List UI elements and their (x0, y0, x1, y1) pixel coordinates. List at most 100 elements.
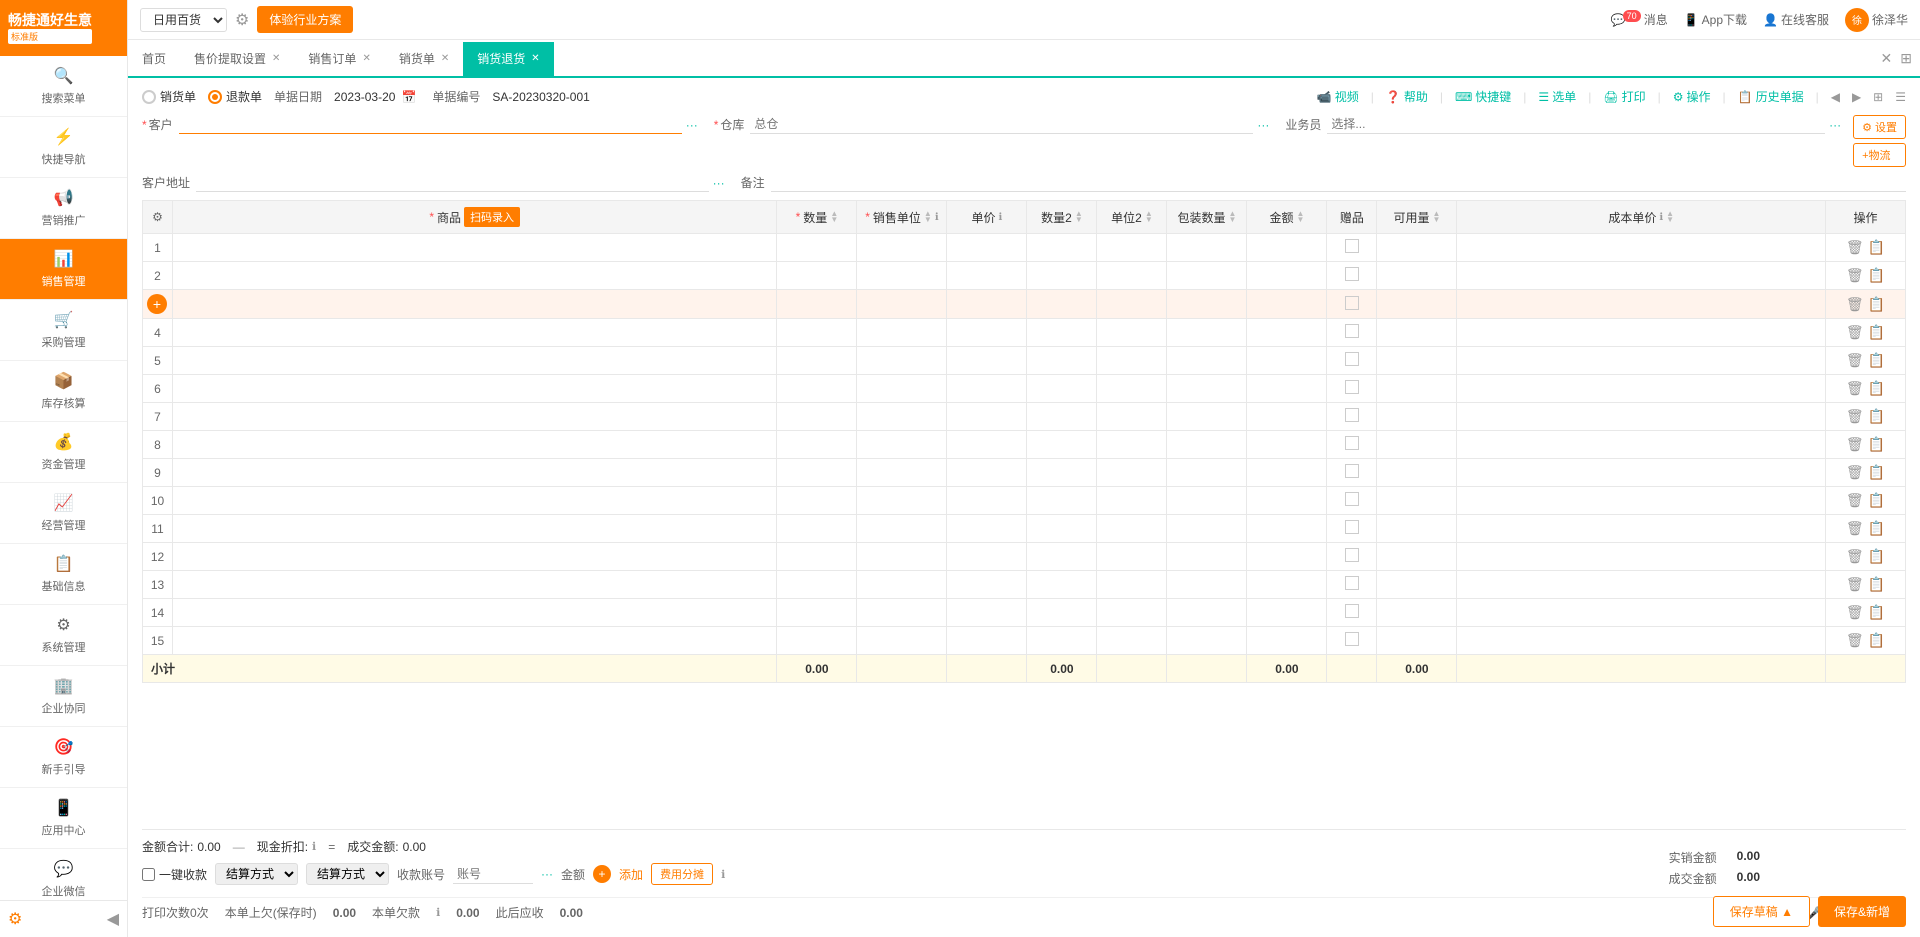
qty2-cell-10[interactable] (1027, 487, 1097, 515)
gift-cell-9[interactable] (1327, 459, 1377, 487)
qty2-cell-12[interactable] (1027, 543, 1097, 571)
warehouse-input[interactable] (750, 115, 1253, 134)
available-cell-15[interactable] (1377, 627, 1457, 655)
collapse-icon[interactable]: ◀ (107, 909, 119, 929)
select-action[interactable]: ☰ 选单 (1538, 88, 1576, 105)
gift-cell-10[interactable] (1327, 487, 1377, 515)
qty2-cell-8[interactable] (1027, 431, 1097, 459)
sale-unit-cell-1[interactable] (857, 234, 947, 262)
goods-cell-3[interactable] (173, 290, 777, 319)
one-click-input[interactable] (142, 868, 155, 881)
discount-info[interactable]: ℹ (312, 840, 316, 853)
cost-price-cell-10[interactable] (1457, 487, 1826, 515)
save-draft-btn[interactable]: 保存草稿 ▲ (1713, 896, 1810, 927)
delete-btn-1[interactable]: 🗑 (1846, 239, 1864, 255)
sidebar-item-search[interactable]: 🔍搜索菜单 (0, 56, 127, 117)
qty-cell-11[interactable] (777, 515, 857, 543)
sidebar-item-wechat[interactable]: 💬企业微信 (0, 849, 127, 900)
customer-dots[interactable]: ··· (686, 118, 698, 132)
unit-price-cell-8[interactable] (947, 431, 1027, 459)
expand-icon[interactable]: ⊞ (1900, 50, 1912, 67)
sale-unit-cell-7[interactable] (857, 403, 947, 431)
qty-cell-1[interactable] (777, 234, 857, 262)
unit-price-cell-2[interactable] (947, 262, 1027, 290)
cost-price-cell-14[interactable] (1457, 599, 1826, 627)
amount-cell-6[interactable] (1247, 375, 1327, 403)
cost-price-cell-5[interactable] (1457, 347, 1826, 375)
qty-cell-15[interactable] (777, 627, 857, 655)
pack-qty-cell-14[interactable] (1167, 599, 1247, 627)
goods-cell-13[interactable] (173, 571, 777, 599)
gift-cell-7[interactable] (1327, 403, 1377, 431)
delete-btn-7[interactable]: 🗑 (1846, 408, 1864, 424)
tab-close-sale-goods[interactable]: ✕ (441, 53, 449, 64)
copy-btn-10[interactable]: 📋 (1868, 492, 1885, 508)
sidebar-item-basic[interactable]: 📋基础信息 (0, 544, 127, 605)
goods-cell-6[interactable] (173, 375, 777, 403)
unit-price-cell-1[interactable] (947, 234, 1027, 262)
pack-qty-cell-15[interactable] (1167, 627, 1247, 655)
sale-unit-cell-9[interactable] (857, 459, 947, 487)
calc-select[interactable]: 结算方式 (306, 863, 389, 885)
cost-price-cell-3[interactable] (1457, 290, 1826, 319)
delete-btn-11[interactable]: 🗑 (1846, 520, 1864, 536)
pack-qty-cell-7[interactable] (1167, 403, 1247, 431)
qty-cell-2[interactable] (777, 262, 857, 290)
unit2-cell-13[interactable] (1097, 571, 1167, 599)
salesperson-input[interactable] (1327, 115, 1825, 134)
cost-price-cell-11[interactable] (1457, 515, 1826, 543)
unit-price-cell-13[interactable] (947, 571, 1027, 599)
sidebar-item-marketing[interactable]: 📢营销推广 (0, 178, 127, 239)
online-service-item[interactable]: 👤 在线客服 (1763, 11, 1829, 28)
tab-sale-return[interactable]: 销货退货✕ (463, 42, 553, 77)
amount-cell-8[interactable] (1247, 431, 1327, 459)
delete-btn-3[interactable]: 🗑 (1846, 296, 1864, 312)
pack-qty-cell-8[interactable] (1167, 431, 1247, 459)
unit-price-cell-12[interactable] (947, 543, 1027, 571)
goods-cell-15[interactable] (173, 627, 777, 655)
fee-info[interactable]: ℹ (721, 868, 725, 881)
available-cell-13[interactable] (1377, 571, 1457, 599)
amount-cell-12[interactable] (1247, 543, 1327, 571)
tab-sale-goods[interactable]: 销货单✕ (385, 42, 463, 77)
radio-sale[interactable]: 销货单 (142, 88, 196, 105)
goods-input-3[interactable] (177, 297, 772, 311)
prev-icon[interactable]: ◀ (1831, 90, 1840, 104)
tab-close-sale-return[interactable]: ✕ (531, 53, 539, 64)
customer-input[interactable] (179, 115, 682, 134)
goods-cell-8[interactable] (173, 431, 777, 459)
qty-cell-14[interactable] (777, 599, 857, 627)
qty2-cell-2[interactable] (1027, 262, 1097, 290)
unit2-cell-11[interactable] (1097, 515, 1167, 543)
pack-qty-cell-2[interactable] (1167, 262, 1247, 290)
tab-close-sale-order[interactable]: ✕ (362, 53, 370, 64)
copy-btn-15[interactable]: 📋 (1868, 632, 1885, 648)
notification-item[interactable]: 💬 70 消息 (1611, 11, 1668, 28)
help-action[interactable]: ❓ 帮助 (1386, 88, 1428, 105)
amount-cell-7[interactable] (1247, 403, 1327, 431)
available-cell-9[interactable] (1377, 459, 1457, 487)
delete-btn-8[interactable]: 🗑 (1846, 436, 1864, 452)
qty-cell-13[interactable] (777, 571, 857, 599)
goods-cell-10[interactable] (173, 487, 777, 515)
goods-cell-4[interactable] (173, 319, 777, 347)
pack-qty-cell-12[interactable] (1167, 543, 1247, 571)
list-icon[interactable]: ☰ (1895, 90, 1906, 104)
unit2-cell-12[interactable] (1097, 543, 1167, 571)
pack-qty-cell-3[interactable] (1167, 290, 1247, 319)
amount-cell-1[interactable] (1247, 234, 1327, 262)
delete-btn-9[interactable]: 🗑 (1846, 464, 1864, 480)
copy-btn-9[interactable]: 📋 (1868, 464, 1885, 480)
add-btn[interactable]: + (593, 865, 611, 883)
gift-cell-14[interactable] (1327, 599, 1377, 627)
close-all-icon[interactable]: ✕ (1881, 50, 1893, 67)
sidebar-item-operation[interactable]: 📈经营管理 (0, 483, 127, 544)
gift-cell-11[interactable] (1327, 515, 1377, 543)
qty-cell-12[interactable] (777, 543, 857, 571)
qty-cell-10[interactable] (777, 487, 857, 515)
unit2-cell-15[interactable] (1097, 627, 1167, 655)
tab-sale-order[interactable]: 销售订单✕ (294, 42, 384, 77)
unit2-cell-9[interactable] (1097, 459, 1167, 487)
tab-sale-price[interactable]: 售价提取设置✕ (180, 42, 294, 77)
pack-qty-cell-4[interactable] (1167, 319, 1247, 347)
